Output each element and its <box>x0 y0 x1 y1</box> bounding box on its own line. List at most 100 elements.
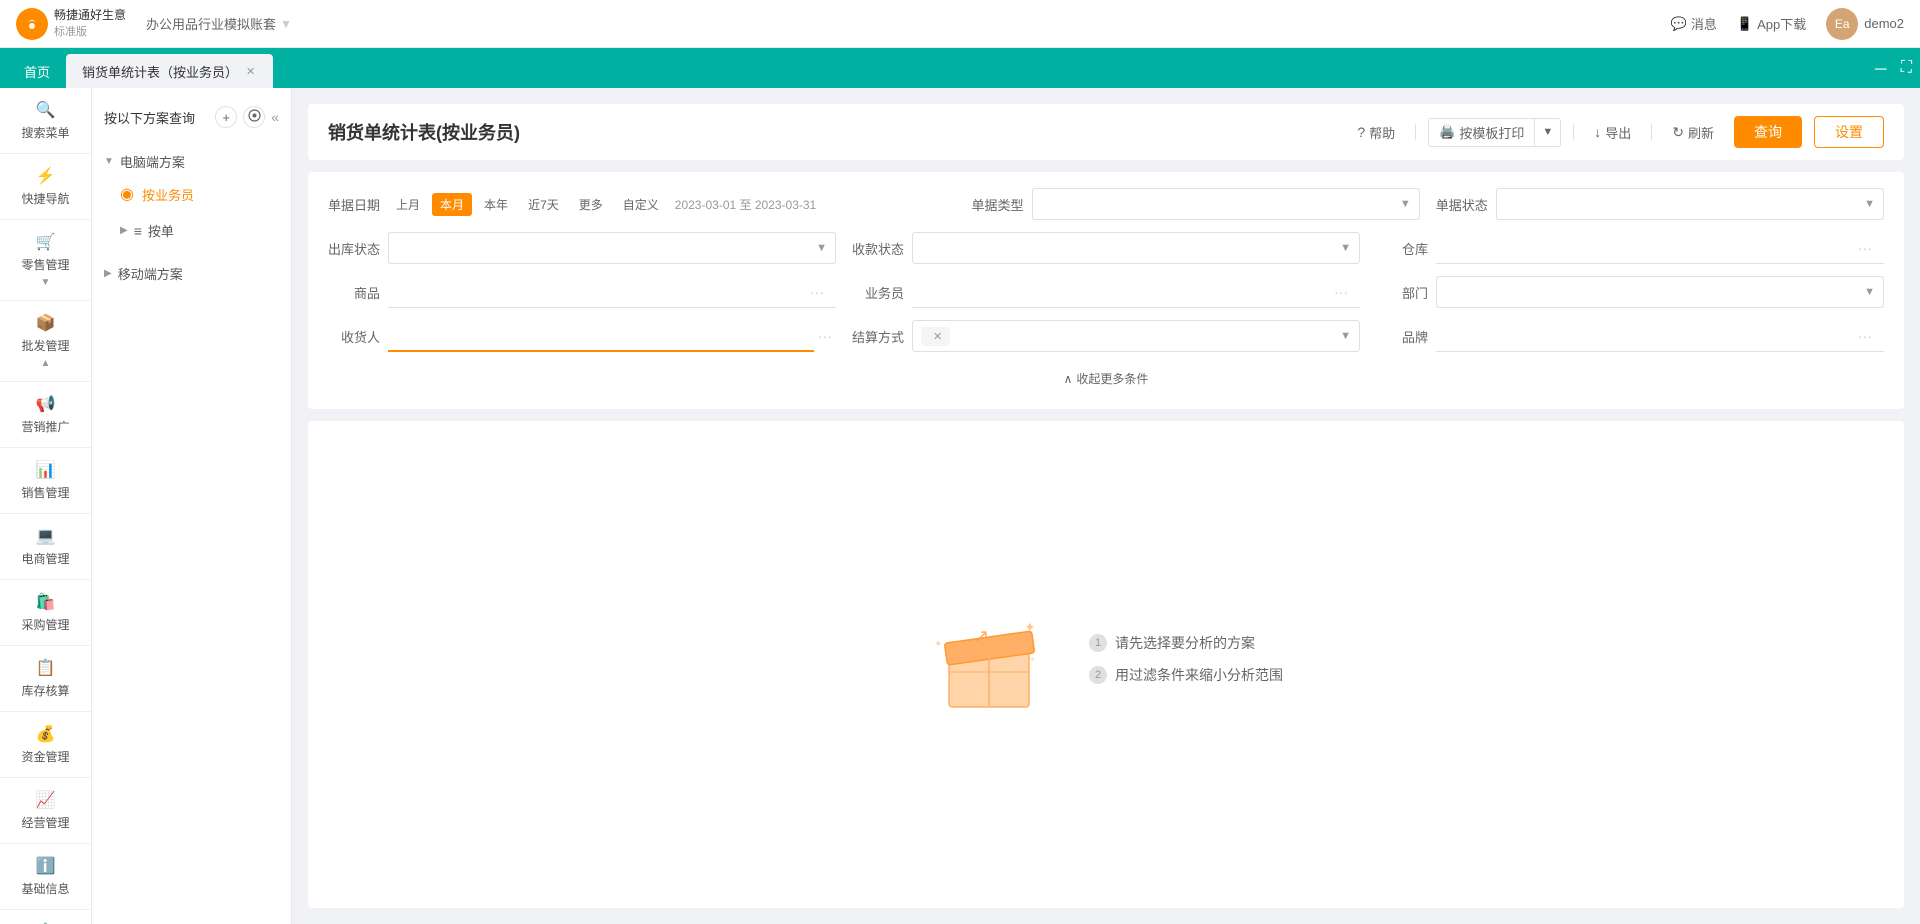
brand-dots-icon[interactable]: ··· <box>1854 328 1876 344</box>
warehouse-field: 仓库 ··· <box>1376 232 1884 264</box>
doc-type-field: 单据类型 ▼ <box>972 188 1420 220</box>
message-button[interactable]: 💬 消息 <box>1671 14 1717 33</box>
warehouse-dots-icon[interactable]: ··· <box>1854 240 1876 256</box>
warehouse-select[interactable]: ··· <box>1436 232 1884 264</box>
date-last-7-btn[interactable]: 近7天 <box>520 193 567 216</box>
tab-home[interactable]: 首页 <box>8 54 66 88</box>
by-salesperson-label: 按业务员 <box>142 185 194 204</box>
collapse-bar[interactable]: ∧ 收起更多条件 <box>328 364 1884 393</box>
sidebar-item-quick-nav[interactable]: ⚡ 快捷导航 <box>0 154 91 220</box>
date-more-btn[interactable]: 更多 <box>571 193 611 216</box>
empty-step-1: 1 请先选择要分析的方案 <box>1089 633 1283 653</box>
salesperson-dots-icon[interactable]: ··· <box>1330 284 1352 300</box>
tab-sales-stats-label: 销货单统计表（按业务员） <box>82 62 238 81</box>
export-button[interactable]: ↓ 导出 <box>1586 119 1639 146</box>
salesperson-select[interactable]: ··· <box>912 276 1360 308</box>
salesperson-control: ··· <box>912 276 1360 308</box>
goods-label: 商品 <box>328 283 380 302</box>
header-right: 💬 消息 📱 App下载 Ea demo2 <box>1671 8 1904 40</box>
empty-state: ✦ ✦ ✦ ↗ 1 请先选择要分析的方案 <box>308 421 1904 908</box>
mobile-section-arrow-icon: ▶ <box>104 268 112 279</box>
department-arrow-icon: ▼ <box>1864 286 1875 298</box>
print-icon: 🖨️ <box>1439 124 1455 140</box>
finance-mgmt-icon: 💰 <box>36 724 56 744</box>
print-button[interactable]: 🖨️ 按模板打印 <box>1429 119 1535 146</box>
goods-select[interactable]: ··· <box>388 276 836 308</box>
doc-status-select[interactable]: ▼ <box>1496 188 1884 220</box>
goods-dots-icon[interactable]: ··· <box>806 284 828 300</box>
filter-by-salesperson[interactable]: ◉ 按业务员 <box>92 177 291 211</box>
date-current-month-btn[interactable]: 本月 <box>432 193 472 216</box>
date-last-month-btn[interactable]: 上月 <box>388 193 428 216</box>
doc-type-control: ▼ <box>1032 188 1420 220</box>
print-dropdown-button[interactable]: ▼ <box>1535 122 1560 142</box>
brand-field: 品牌 ··· <box>1376 320 1884 352</box>
department-select[interactable]: ▼ <box>1436 276 1884 308</box>
sidebar-item-inventory[interactable]: 📋 库存核算 <box>0 646 91 712</box>
filter-pc-section-title[interactable]: ▼ 电脑端方案 <box>92 146 291 177</box>
settlement-tag-close-icon[interactable]: ✕ <box>933 330 942 343</box>
help-icon: ? <box>1357 124 1365 140</box>
settlement-select[interactable]: ✕ ▼ <box>912 320 1360 352</box>
tab-minimize-icon[interactable]: － <box>1873 56 1889 80</box>
empty-state-inner: ✦ ✦ ✦ ↗ 1 请先选择要分析的方案 <box>929 607 1283 722</box>
help-label: 帮助 <box>1369 123 1395 142</box>
user-profile[interactable]: Ea demo2 <box>1826 8 1904 40</box>
filter-form: 单据日期 上月 本月 本年 近7天 更多 自定义 2023-03-01 至 20… <box>308 172 1904 409</box>
recipient-input[interactable] <box>388 320 814 352</box>
mobile-section-label: 移动端方案 <box>118 264 183 283</box>
warehouse-control: ··· <box>1436 232 1884 264</box>
out-status-select[interactable]: ▼ <box>388 232 836 264</box>
breadcrumb[interactable]: 办公用品行业模拟账套 ▼ <box>146 14 292 33</box>
pc-section-arrow-icon: ▼ <box>104 156 114 167</box>
sidebar-item-retail-mgmt[interactable]: 🛒 零售管理 ▼ <box>0 220 91 301</box>
filter-add-button[interactable]: + <box>215 106 237 128</box>
date-custom-btn[interactable]: 自定义 <box>615 193 667 216</box>
page-title-actions: ? 帮助 🖨️ 按模板打印 ▼ ↓ <box>1349 116 1884 148</box>
date-current-year-btn[interactable]: 本年 <box>476 193 516 216</box>
filter-mobile-section-title[interactable]: ▶ 移动端方案 <box>92 258 291 289</box>
divider-1 <box>1415 124 1416 140</box>
filter-edit-button[interactable] <box>243 106 265 128</box>
logo-label: 标准版 <box>54 23 126 39</box>
tab-maximize-icon[interactable]: ⛶ <box>1901 59 1912 77</box>
filter-by-order-title[interactable]: ▶ ≡ 按单 <box>92 215 291 246</box>
sidebar-item-system-mgmt[interactable]: ⚙️ 系统管理 <box>0 910 91 924</box>
sidebar-item-basic-info[interactable]: ℹ️ 基础信息 <box>0 844 91 910</box>
sidebar-item-purchase-mgmt[interactable]: 🛍️ 采购管理 <box>0 580 91 646</box>
help-button[interactable]: ? 帮助 <box>1349 119 1403 146</box>
sidebar-item-sales-mgmt[interactable]: 📊 销售管理 <box>0 448 91 514</box>
search-menu-label: 搜索菜单 <box>21 124 69 141</box>
refresh-icon: ↻ <box>1672 124 1684 141</box>
brand-select[interactable]: ··· <box>1436 320 1884 352</box>
by-salesperson-icon: ◉ <box>120 184 134 204</box>
sidebar-item-marketing[interactable]: 📢 营销推广 <box>0 382 91 448</box>
inventory-label: 库存核算 <box>21 682 69 699</box>
sidebar-item-operation-mgmt[interactable]: 📈 经营管理 <box>0 778 91 844</box>
payment-status-select[interactable]: ▼ <box>912 232 1360 264</box>
sidebar-item-ecommerce-mgmt[interactable]: 💻 电商管理 <box>0 514 91 580</box>
tab-close-icon[interactable]: ✕ <box>244 63 257 80</box>
tab-expand-button[interactable]: － ⛶ <box>1873 56 1912 80</box>
tab-sales-stats[interactable]: 销货单统计表（按业务员） ✕ <box>66 54 273 88</box>
purchase-mgmt-icon: 🛍️ <box>36 592 56 612</box>
doc-type-select[interactable]: ▼ <box>1032 188 1420 220</box>
sidebar-item-search-menu[interactable]: 🔍 搜索菜单 <box>0 88 91 154</box>
app-download-button[interactable]: 📱 App下载 <box>1737 14 1806 33</box>
refresh-button[interactable]: ↻ 刷新 <box>1664 119 1722 146</box>
sidebar-item-finance-mgmt[interactable]: 💰 资金管理 <box>0 712 91 778</box>
sidebar-item-wholesale-mgmt[interactable]: 📦 批发管理 ▲ <box>0 301 91 382</box>
filter-panel-header: 按以下方案查询 + <box>92 100 291 134</box>
print-label: 按模板打印 <box>1459 123 1524 142</box>
date-range-display: 2023-03-01 至 2023-03-31 <box>675 196 816 213</box>
app-download-icon: 📱 <box>1737 16 1753 32</box>
recipient-dots-icon[interactable]: ··· <box>814 328 836 344</box>
query-button[interactable]: 查询 <box>1734 116 1802 148</box>
settings-button[interactable]: 设置 <box>1814 116 1884 148</box>
retail-mgmt-label: 零售管理 <box>21 256 69 273</box>
settlement-tag: ✕ <box>921 327 950 346</box>
export-label: 导出 <box>1605 123 1631 142</box>
sidebar: 🔍 搜索菜单 ⚡ 快捷导航 🛒 零售管理 ▼ 📦 批发管理 ▲ 📢 营销推广 <box>0 88 92 924</box>
filter-row-1: 单据日期 上月 本月 本年 近7天 更多 自定义 2023-03-01 至 20… <box>328 188 1884 220</box>
filter-collapse-button[interactable]: « <box>271 109 279 125</box>
